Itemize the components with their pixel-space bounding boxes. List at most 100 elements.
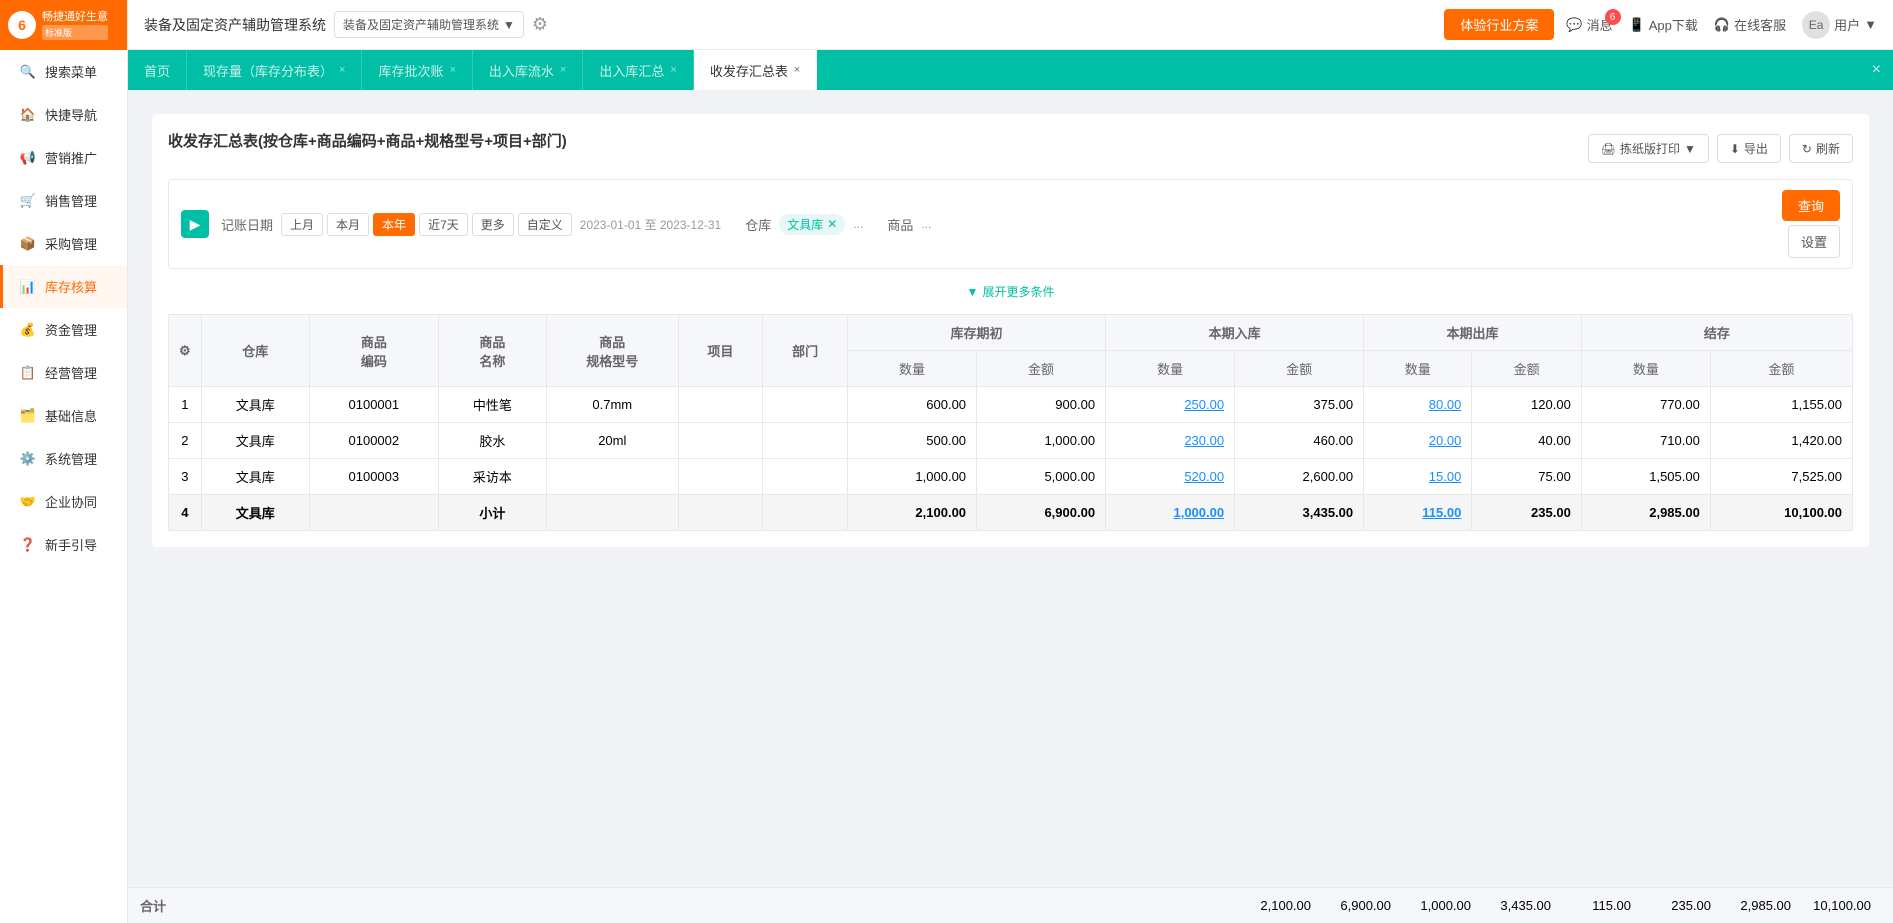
date-option-更多[interactable]: 更多 [472, 213, 514, 236]
sidebar-item-marketing[interactable]: 📢 营销推广 [0, 136, 127, 179]
tabs-close-all[interactable]: × [1860, 61, 1893, 79]
settings-button[interactable]: 设置 [1788, 225, 1840, 258]
sidebar-item-inventory[interactable]: 📊 库存核算 [0, 265, 127, 308]
warehouse-filter: 仓库 文具库 ✕ ... [745, 214, 863, 235]
messages-action[interactable]: 💬 消息 6 [1566, 15, 1612, 34]
cell-out-qty[interactable]: 20.00 [1364, 423, 1472, 459]
sidebar-icon-guide: ❓ [19, 536, 37, 554]
sidebar-icon-search: 🔍 [19, 63, 37, 81]
table-row: 2 文具库 0100002 胶水 20ml 500.00 1,000.00 23… [169, 423, 1853, 459]
col-bal-qty: 数量 [1581, 351, 1710, 387]
subtotal-in-qty[interactable]: 1,000.00 [1106, 495, 1235, 531]
col-spec: 商品规格型号 [547, 315, 679, 387]
tab-close-inventory-dist[interactable]: × [339, 64, 345, 76]
sidebar-item-enterprise[interactable]: 🤝 企业协同 [0, 480, 127, 523]
date-option-本年[interactable]: 本年 [373, 213, 415, 236]
cell-init-amt: 1,000.00 [977, 423, 1106, 459]
cell-in-qty[interactable]: 520.00 [1106, 459, 1235, 495]
date-option-本月[interactable]: 本月 [327, 213, 369, 236]
sidebar-item-purchase[interactable]: 📦 采购管理 [0, 222, 127, 265]
filter-toggle-button[interactable]: ▶ [181, 210, 209, 238]
cell-init-qty: 600.00 [848, 387, 977, 423]
cell-bal-amt: 1,420.00 [1710, 423, 1852, 459]
cell-code: 0100003 [309, 459, 438, 495]
cell-in-amt: 460.00 [1235, 423, 1364, 459]
user-action[interactable]: Ea 用户 ▼ [1802, 11, 1877, 39]
table-header-settings[interactable]: ⚙ [169, 315, 202, 387]
topbar-title: 装备及固定资产辅助管理系统 装备及固定资产辅助管理系统 ▼ ⚙ [144, 11, 1432, 38]
sidebar: 6 畅捷通好生意 标准版 🔍 搜索菜单 🏠 快捷导航 📢 营销推广 🛒 销售管理… [0, 0, 128, 923]
trial-button[interactable]: 体验行业方案 [1444, 9, 1554, 40]
cell-init-qty: 1,000.00 [848, 459, 977, 495]
cell-out-amt: 40.00 [1472, 423, 1581, 459]
date-option-上月[interactable]: 上月 [281, 213, 323, 236]
data-table: ⚙ 仓库 商品编码 商品名称 商品规格型号 项目 部门 库存期初 本期入库 本期… [168, 314, 1853, 531]
cell-init-qty: 500.00 [848, 423, 977, 459]
date-option-近7天[interactable]: 近7天 [419, 213, 468, 236]
tab-inout-summary[interactable]: 出入库汇总× [583, 50, 693, 90]
sidebar-item-system[interactable]: ⚙️ 系统管理 [0, 437, 127, 480]
cell-init-amt: 900.00 [977, 387, 1106, 423]
col-init-amt: 金额 [977, 351, 1106, 387]
cell-in-qty[interactable]: 230.00 [1106, 423, 1235, 459]
app-download-action[interactable]: 📱 App下载 [1629, 15, 1698, 34]
tab-close-inout-summary[interactable]: × [670, 64, 676, 76]
expand-btn[interactable]: ▼ 展开更多条件 [967, 283, 1055, 300]
tab-batch-ledger[interactable]: 库存批次账× [362, 50, 472, 90]
logo-text: 畅捷通好生意 [42, 10, 108, 24]
summary-out-qty: 115.00 [1561, 898, 1641, 913]
query-button[interactable]: 查询 [1782, 190, 1840, 221]
warehouse-more-btn[interactable]: ... [853, 217, 863, 231]
cell-dept [763, 459, 848, 495]
cell-out-qty[interactable]: 15.00 [1364, 459, 1472, 495]
cell-out-qty[interactable]: 80.00 [1364, 387, 1472, 423]
tab-close-batch-ledger[interactable]: × [449, 64, 455, 76]
sidebar-icon-marketing: 📢 [19, 149, 37, 167]
settings-icon[interactable]: ⚙ [532, 14, 548, 35]
cell-bal-qty: 1,505.00 [1581, 459, 1710, 495]
messages-badge: 6 [1605, 9, 1621, 25]
sidebar-item-search[interactable]: 🔍 搜索菜单 [0, 50, 127, 93]
tab-label-inout-flow: 出入库流水 [489, 61, 554, 80]
tab-close-inout-flow[interactable]: × [560, 64, 566, 76]
export-button[interactable]: ⬇ 导出 [1717, 134, 1781, 163]
sidebar-item-quick-nav[interactable]: 🏠 快捷导航 [0, 93, 127, 136]
tab-close-receive-send-summary[interactable]: × [794, 64, 800, 76]
col-in: 本期入库 [1106, 315, 1364, 351]
summary-bal-qty: 2,985.00 [1721, 898, 1801, 913]
tab-inventory-dist[interactable]: 现存量（库存分布表）× [187, 50, 362, 90]
sidebar-item-basic-info[interactable]: 🗂️ 基础信息 [0, 394, 127, 437]
sidebar-item-operations[interactable]: 📋 经营管理 [0, 351, 127, 394]
warehouse-tag-close[interactable]: ✕ [827, 217, 837, 231]
page-container: 收发存汇总表(按仓库+商品编码+商品+规格型号+项目+部门) 🖨 拣纸版打印 ▼… [152, 114, 1869, 547]
system-dropdown[interactable]: 装备及固定资产辅助管理系统 ▼ [334, 11, 524, 38]
tab-label-home: 首页 [144, 61, 170, 80]
sidebar-item-guide[interactable]: ❓ 新手引导 [0, 523, 127, 566]
tab-inout-flow[interactable]: 出入库流水 × [473, 50, 583, 90]
subtotal-name: 小计 [438, 495, 546, 531]
cell-in-qty[interactable]: 250.00 [1106, 387, 1235, 423]
cell-bal-qty: 770.00 [1581, 387, 1710, 423]
col-out-qty: 数量 [1364, 351, 1472, 387]
cell-spec [547, 459, 679, 495]
sidebar-nav: 🔍 搜索菜单 🏠 快捷导航 📢 营销推广 🛒 销售管理 📦 采购管理 📊 库存核… [0, 50, 127, 923]
expand-arrow-icon: ▼ [967, 285, 979, 299]
refresh-button[interactable]: ↻ 刷新 [1789, 134, 1853, 163]
sidebar-item-sales[interactable]: 🛒 销售管理 [0, 179, 127, 222]
cell-in-amt: 2,600.00 [1235, 459, 1364, 495]
col-out-amt: 金额 [1472, 351, 1581, 387]
sidebar-label-purchase: 采购管理 [45, 234, 97, 253]
summary-in-amt: 3,435.00 [1481, 898, 1561, 913]
subtotal-row: 4 文具库 小计 2,100.00 6,900.00 1,000.00 3,43… [169, 495, 1853, 531]
summary-bar: 合计 2,100.00 6,900.00 1,000.00 3,435.00 1… [128, 887, 1893, 923]
sidebar-item-finance[interactable]: 💰 资金管理 [0, 308, 127, 351]
tab-home[interactable]: 首页 [128, 50, 187, 90]
subtotal-out-qty[interactable]: 115.00 [1364, 495, 1472, 531]
date-option-自定义[interactable]: 自定义 [518, 213, 572, 236]
print-button[interactable]: 🖨 拣纸版打印 ▼ [1588, 134, 1709, 163]
tab-receive-send-summary[interactable]: 收发存汇总表× [694, 50, 817, 90]
summary-init-qty [1161, 898, 1241, 913]
online-service-action[interactable]: 🎧 在线客服 [1714, 15, 1786, 34]
cell-project [678, 459, 763, 495]
product-more-btn[interactable]: ... [921, 217, 931, 231]
